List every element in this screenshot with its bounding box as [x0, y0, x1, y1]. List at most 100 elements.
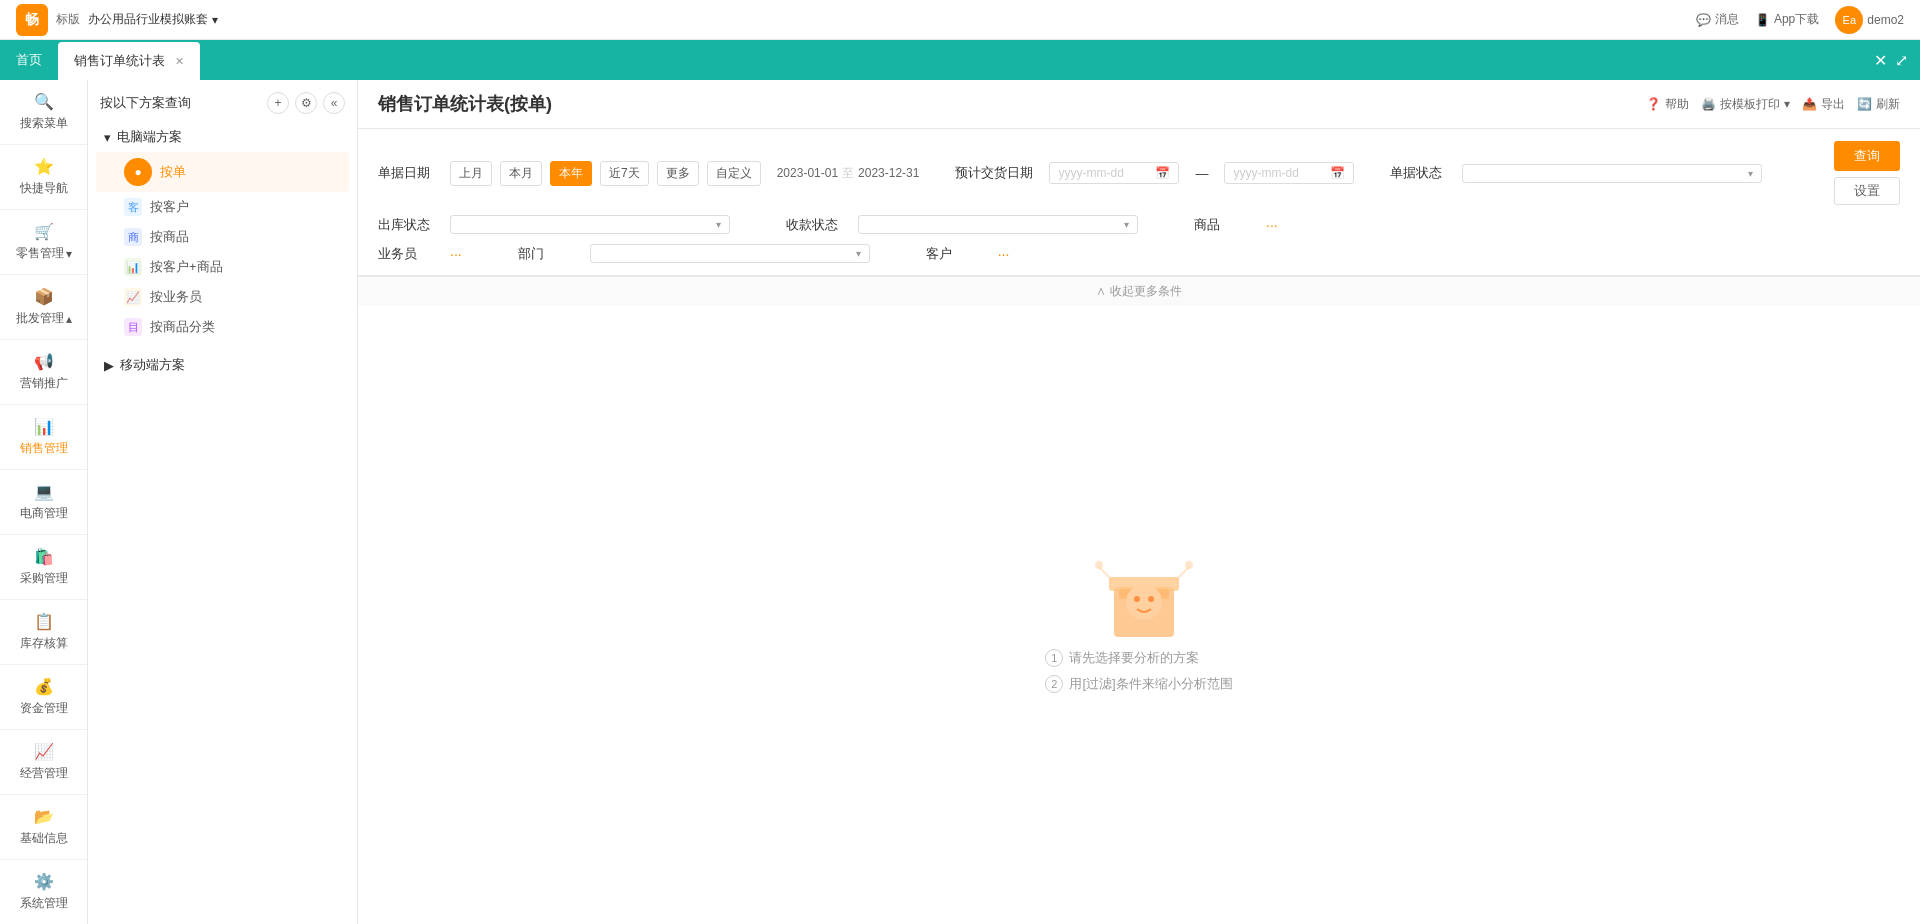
wholesale-icon: 📦: [34, 287, 54, 306]
avatar: Ea: [1835, 6, 1863, 34]
scheme-item-by-product[interactable]: 商 按商品: [96, 222, 349, 252]
by-salesperson-label: 按业务员: [150, 288, 202, 306]
expected-date-start-placeholder: yyyy-mm-dd: [1058, 166, 1123, 180]
close-window-btn[interactable]: ✕: [1874, 51, 1887, 70]
inventory-label: 库存核算: [20, 635, 68, 652]
print-dropdown-icon: ▾: [1784, 97, 1790, 111]
collapse-icon: ∧: [1096, 284, 1109, 298]
svg-line-7: [1174, 567, 1189, 582]
expected-date-end[interactable]: yyyy-mm-dd 📅: [1224, 162, 1354, 184]
wholesale-arrow-icon: ▴: [66, 312, 72, 326]
customer-dots[interactable]: ···: [998, 246, 1010, 262]
by-order-icon: ●: [134, 165, 141, 179]
by-product-label: 按商品: [150, 228, 189, 246]
tab-home[interactable]: 首页: [0, 40, 58, 80]
logo: 畅: [16, 4, 48, 36]
scheme-item-by-customer[interactable]: 客 按客户: [96, 192, 349, 222]
message-icon: 💬: [1696, 13, 1711, 27]
refresh-icon: 🔄: [1857, 97, 1872, 111]
company-dropdown-icon: ▾: [212, 13, 218, 27]
scheme-settings-btn[interactable]: ⚙: [295, 92, 317, 114]
help-btn[interactable]: ❓ 帮助: [1646, 96, 1689, 113]
scheme-item-by-customer-product[interactable]: 📊 按客户+商品: [96, 252, 349, 282]
expand-window-btn[interactable]: ⤢: [1895, 51, 1908, 70]
wholesale-label-wrapper: 批发管理 ▴: [16, 310, 72, 327]
payment-status-arrow: ▾: [1124, 219, 1129, 230]
sidebar-item-operations[interactable]: 📈 经营管理: [0, 730, 87, 795]
more-btn[interactable]: 更多: [657, 161, 699, 186]
sidebar-item-search-menu[interactable]: 🔍 搜索菜单: [0, 80, 87, 145]
custom-btn[interactable]: 自定义: [707, 161, 761, 186]
empty-state-image: [1089, 537, 1189, 637]
message-btn[interactable]: 💬 消息: [1696, 11, 1739, 28]
scheme-item-by-order[interactable]: ● 按单: [96, 152, 349, 192]
main-layout: 🔍 搜索菜单 ⭐ 快捷导航 🛒 零售管理 ▾ 📦 批发管理 ▴ 📢 营销推广: [0, 80, 1920, 924]
scheme-item-by-category[interactable]: 目 按商品分类: [96, 312, 349, 342]
product-dots[interactable]: ···: [1266, 217, 1278, 233]
this-year-btn[interactable]: 本年: [550, 161, 592, 186]
payment-status-select[interactable]: ▾: [858, 215, 1138, 234]
pc-scheme-group-title[interactable]: ▾ 电脑端方案: [96, 122, 349, 152]
content-area: 按以下方案查询 + ⚙ « ▾ 电脑端方案 ● 按单: [88, 80, 1920, 924]
scheme-item-by-salesperson[interactable]: 📈 按业务员: [96, 282, 349, 312]
filter-area: 单据日期 上月 本月 本年 近7天 更多 自定义 2023-01-01 至 20…: [358, 129, 1920, 276]
sidebar-item-purchase[interactable]: 🛍️ 采购管理: [0, 535, 87, 600]
empty-illustration: [1089, 537, 1199, 647]
basic-info-label: 基础信息: [20, 830, 68, 847]
tip-1-text: 请先选择要分析的方案: [1069, 649, 1199, 667]
this-month-btn[interactable]: 本月: [500, 161, 542, 186]
tab-close-icon[interactable]: ✕: [175, 55, 184, 68]
user-profile[interactable]: Ea demo2: [1835, 6, 1904, 34]
sidebar-item-basic-info[interactable]: 📂 基础信息: [0, 795, 87, 860]
mobile-scheme-group-title[interactable]: ▶ 移动端方案: [96, 350, 349, 380]
marketing-label: 营销推广: [20, 375, 68, 392]
pc-scheme-group: ▾ 电脑端方案 ● 按单 客 按客户 商 按商品: [88, 122, 357, 342]
query-btn[interactable]: 查询: [1834, 141, 1900, 171]
sidebar-item-ecommerce[interactable]: 💻 电商管理: [0, 470, 87, 535]
expected-date-start[interactable]: yyyy-mm-dd 📅: [1049, 162, 1179, 184]
last-7-days-btn[interactable]: 近7天: [600, 161, 649, 186]
last-month-btn[interactable]: 上月: [450, 161, 492, 186]
system-icon: ⚙️: [34, 872, 54, 891]
sidebar: 🔍 搜索菜单 ⭐ 快捷导航 🛒 零售管理 ▾ 📦 批发管理 ▴ 📢 营销推广: [0, 80, 88, 924]
by-customer-product-icon: 📊: [124, 258, 142, 276]
collapse-bar[interactable]: ∧ 收起更多条件: [358, 276, 1920, 306]
download-icon: 📱: [1755, 13, 1770, 27]
empty-state-tips: 1 请先选择要分析的方案 2 用[过滤]条件来缩小分析范围: [1045, 649, 1232, 693]
filter-row-3: 业务员 ··· 部门 ▾ 客户 ···: [378, 244, 1900, 263]
finance-label: 资金管理: [20, 700, 68, 717]
search-menu-icon: 🔍: [34, 92, 54, 111]
sales-icon: 📊: [34, 417, 54, 436]
sidebar-item-sales[interactable]: 📊 销售管理: [0, 405, 87, 470]
app-download-btn[interactable]: 📱 App下载: [1755, 11, 1819, 28]
sidebar-item-marketing[interactable]: 📢 营销推广: [0, 340, 87, 405]
sidebar-item-inventory[interactable]: 📋 库存核算: [0, 600, 87, 665]
export-btn[interactable]: 📤 导出: [1802, 96, 1845, 113]
calendar-start-icon: 📅: [1155, 166, 1170, 180]
sidebar-item-finance[interactable]: 💰 资金管理: [0, 665, 87, 730]
sidebar-item-quick-nav[interactable]: ⭐ 快捷导航: [0, 145, 87, 210]
department-select[interactable]: ▾: [590, 244, 870, 263]
ecommerce-icon: 💻: [34, 482, 54, 501]
setting-btn[interactable]: 设置: [1834, 177, 1900, 205]
print-btn[interactable]: 🖨️ 按模板打印 ▾: [1701, 96, 1790, 113]
app-name: 标版: [56, 11, 80, 28]
collapse-panel-btn[interactable]: «: [323, 92, 345, 114]
topbar-right: 💬 消息 📱 App下载 Ea demo2: [1696, 6, 1904, 34]
sidebar-item-retail[interactable]: 🛒 零售管理 ▾: [0, 210, 87, 275]
sidebar-item-system[interactable]: ⚙️ 系统管理: [0, 860, 87, 924]
svg-point-5: [1148, 596, 1154, 602]
company-selector[interactable]: 办公用品行业模拟账套 ▾: [88, 11, 218, 28]
refresh-btn[interactable]: 🔄 刷新: [1857, 96, 1900, 113]
ship-status-select[interactable]: ▾: [450, 215, 730, 234]
basic-info-icon: 📂: [34, 807, 54, 826]
sidebar-item-wholesale[interactable]: 📦 批发管理 ▴: [0, 275, 87, 340]
doc-status-select[interactable]: ▾: [1462, 164, 1762, 183]
salesperson-dots[interactable]: ···: [450, 246, 462, 262]
print-icon: 🖨️: [1701, 97, 1716, 111]
by-customer-product-label: 按客户+商品: [150, 258, 223, 276]
tab-sales-stats[interactable]: 销售订单统计表 ✕: [58, 42, 200, 80]
operations-icon: 📈: [34, 742, 54, 761]
expected-date-label: 预计交货日期: [955, 164, 1033, 182]
add-scheme-btn[interactable]: +: [267, 92, 289, 114]
